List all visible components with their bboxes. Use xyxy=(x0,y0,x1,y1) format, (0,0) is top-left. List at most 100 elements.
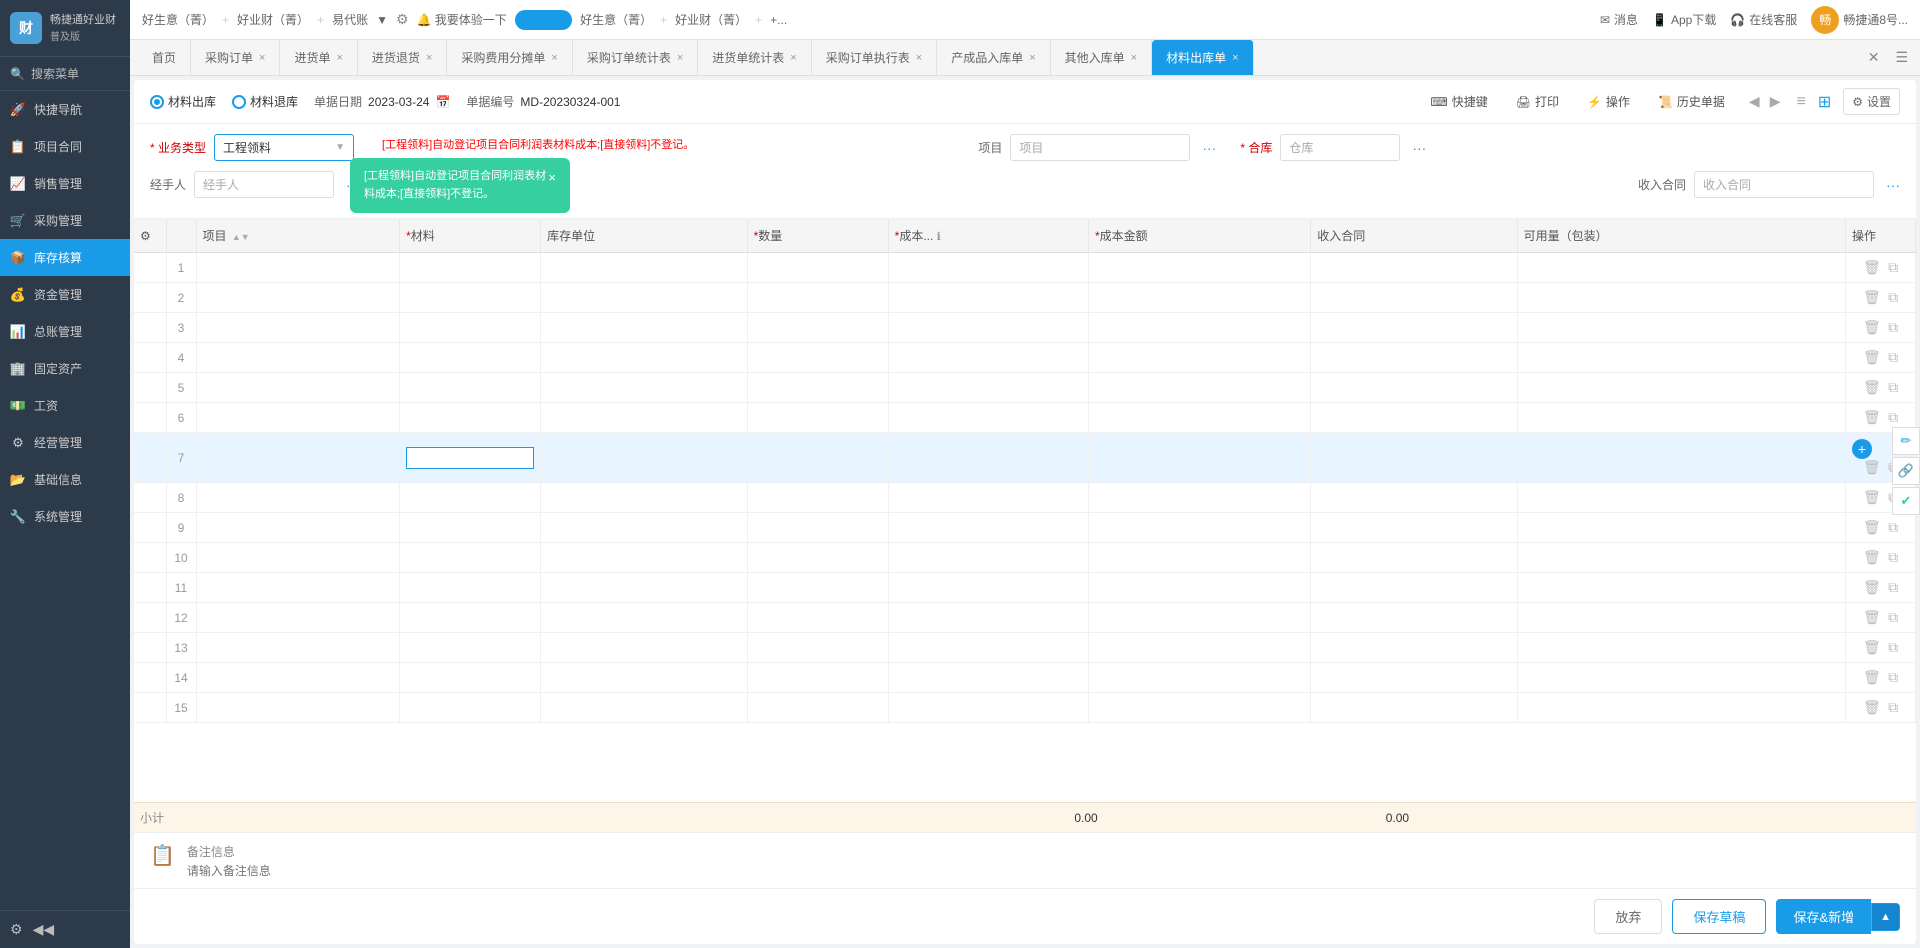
row-material-cell[interactable] xyxy=(400,693,541,723)
prev-doc-icon[interactable]: ◀ xyxy=(1745,91,1764,112)
print-btn[interactable]: 🖨 打印 xyxy=(1508,89,1567,114)
row-project-cell[interactable] xyxy=(196,513,400,543)
row-income-contract-cell[interactable] xyxy=(1311,373,1517,403)
gear-icon[interactable]: ⚙ xyxy=(10,921,23,938)
row-income-contract-cell[interactable] xyxy=(1311,693,1517,723)
row-material-cell[interactable] xyxy=(400,403,541,433)
radio-material-out[interactable]: 材料出库 xyxy=(150,93,216,110)
tab-purchase-exec[interactable]: 采购订单执行表 × xyxy=(812,40,937,76)
row-cost-amount-cell[interactable] xyxy=(1088,253,1310,283)
row-cost-amount-cell[interactable] xyxy=(1088,603,1310,633)
row-income-contract-cell[interactable] xyxy=(1311,603,1517,633)
row-available-qty-cell[interactable] xyxy=(1517,603,1845,633)
row-project-cell[interactable] xyxy=(196,433,400,483)
menu-icon[interactable]: ☰ xyxy=(1891,45,1912,70)
row-project-cell[interactable] xyxy=(196,693,400,723)
row-material-cell[interactable] xyxy=(400,433,541,483)
row-cost-amount-cell[interactable] xyxy=(1088,283,1310,313)
row-income-contract-cell[interactable] xyxy=(1311,513,1517,543)
tab-goods-receipt[interactable]: 进货单 × xyxy=(280,40,357,76)
tab-close-icon[interactable]: × xyxy=(916,52,922,64)
sidebar-item-finance[interactable]: 💰 资金管理 xyxy=(0,276,130,313)
delete-row-icon[interactable]: 🗑 xyxy=(1861,377,1883,397)
row-cost-price-cell[interactable] xyxy=(888,483,1088,513)
row-project-cell[interactable] xyxy=(196,403,400,433)
tab-close-icon[interactable]: × xyxy=(426,52,432,64)
row-material-cell[interactable] xyxy=(400,313,541,343)
delete-row-icon[interactable]: 🗑 xyxy=(1861,547,1883,567)
side-icon-link[interactable]: 🔗 xyxy=(1892,457,1920,485)
row-project-cell[interactable] xyxy=(196,603,400,633)
tab-home[interactable]: 首页 xyxy=(138,40,191,76)
topbar-dropdown-icon[interactable]: ▼ xyxy=(376,13,388,27)
delete-row-icon[interactable]: 🗑 xyxy=(1861,517,1883,537)
delete-row-icon[interactable]: 🗑 xyxy=(1861,697,1883,717)
copy-row-icon[interactable]: ⧉ xyxy=(1886,377,1900,397)
row-cost-amount-cell[interactable] xyxy=(1088,543,1310,573)
tab-close-icon[interactable]: × xyxy=(259,52,265,64)
delete-row-icon[interactable]: 🗑 xyxy=(1861,667,1883,687)
row-available-qty-cell[interactable] xyxy=(1517,373,1845,403)
row-income-contract-cell[interactable] xyxy=(1311,253,1517,283)
next-doc-icon[interactable]: ▶ xyxy=(1766,91,1785,112)
collapse-icon[interactable]: ◀◀ xyxy=(33,921,55,938)
topbar-more[interactable]: +... xyxy=(770,13,787,27)
row-cost-amount-cell[interactable] xyxy=(1088,693,1310,723)
row-material-cell[interactable] xyxy=(400,373,541,403)
save-new-main-button[interactable]: 保存&新增 xyxy=(1776,899,1871,934)
handler-input[interactable]: 经手人 xyxy=(194,171,334,198)
copy-row-icon[interactable]: ⧉ xyxy=(1886,347,1900,367)
row-project-cell[interactable] xyxy=(196,573,400,603)
row-qty-cell[interactable] xyxy=(747,433,888,483)
row-cost-amount-cell[interactable] xyxy=(1088,483,1310,513)
row-material-cell[interactable] xyxy=(400,633,541,663)
row-qty-cell[interactable] xyxy=(747,313,888,343)
tab-close-icon[interactable]: × xyxy=(677,52,683,64)
row-qty-cell[interactable] xyxy=(747,403,888,433)
row-cost-amount-cell[interactable] xyxy=(1088,343,1310,373)
row-qty-cell[interactable] xyxy=(747,253,888,283)
tab-close-icon[interactable]: × xyxy=(1029,52,1035,64)
row-unit-cell[interactable] xyxy=(541,343,747,373)
copy-row-icon[interactable]: ⧉ xyxy=(1886,407,1900,427)
row-qty-cell[interactable] xyxy=(747,283,888,313)
row-income-contract-cell[interactable] xyxy=(1311,433,1517,483)
row-cost-amount-cell[interactable] xyxy=(1088,633,1310,663)
sidebar-item-system[interactable]: 🔧 系统管理 xyxy=(0,498,130,535)
row-unit-cell[interactable] xyxy=(541,543,747,573)
row-cost-price-cell[interactable] xyxy=(888,373,1088,403)
row-unit-cell[interactable] xyxy=(541,483,747,513)
row-available-qty-cell[interactable] xyxy=(1517,633,1845,663)
row-material-cell[interactable] xyxy=(400,603,541,633)
sidebar-item-project-contract[interactable]: 📋 项目合同 xyxy=(0,128,130,165)
info-icon[interactable]: ℹ xyxy=(937,231,941,243)
delete-row-icon[interactable]: 🗑 xyxy=(1861,347,1883,367)
topbar-good-biz2[interactable]: 好生意（菁） xyxy=(580,11,652,28)
row-material-cell[interactable] xyxy=(400,483,541,513)
row-cost-amount-cell[interactable] xyxy=(1088,513,1310,543)
row-cost-price-cell[interactable] xyxy=(888,253,1088,283)
copy-row-icon[interactable]: ⧉ xyxy=(1886,667,1900,687)
copy-row-icon[interactable]: ⧉ xyxy=(1886,577,1900,597)
delete-row-icon[interactable]: 🗑 xyxy=(1861,317,1883,337)
warehouse-input[interactable]: 仓库 xyxy=(1280,134,1400,161)
tab-close-icon[interactable]: × xyxy=(1232,52,1238,64)
row-material-cell[interactable] xyxy=(400,543,541,573)
view-toggle-list[interactable]: ≡ xyxy=(1796,93,1805,111)
row-material-cell[interactable] xyxy=(400,283,541,313)
row-unit-cell[interactable] xyxy=(541,573,747,603)
income-contract-more-icon[interactable]: ··· xyxy=(1886,177,1900,193)
sidebar-item-accounting[interactable]: 📊 总账管理 xyxy=(0,313,130,350)
row-unit-cell[interactable] xyxy=(541,373,747,403)
row-project-cell[interactable] xyxy=(196,483,400,513)
row-qty-cell[interactable] xyxy=(747,633,888,663)
row-material-cell[interactable] xyxy=(400,573,541,603)
row-unit-cell[interactable] xyxy=(541,433,747,483)
row-cost-price-cell[interactable] xyxy=(888,283,1088,313)
delete-row-icon[interactable]: 🗑 xyxy=(1861,457,1883,477)
row-unit-cell[interactable] xyxy=(541,633,747,663)
topbar-experience[interactable]: 🔔 我要体验一下 xyxy=(417,11,507,28)
row-project-cell[interactable] xyxy=(196,253,400,283)
sort-icon[interactable]: ▲▼ xyxy=(232,232,250,242)
row-cost-price-cell[interactable] xyxy=(888,313,1088,343)
